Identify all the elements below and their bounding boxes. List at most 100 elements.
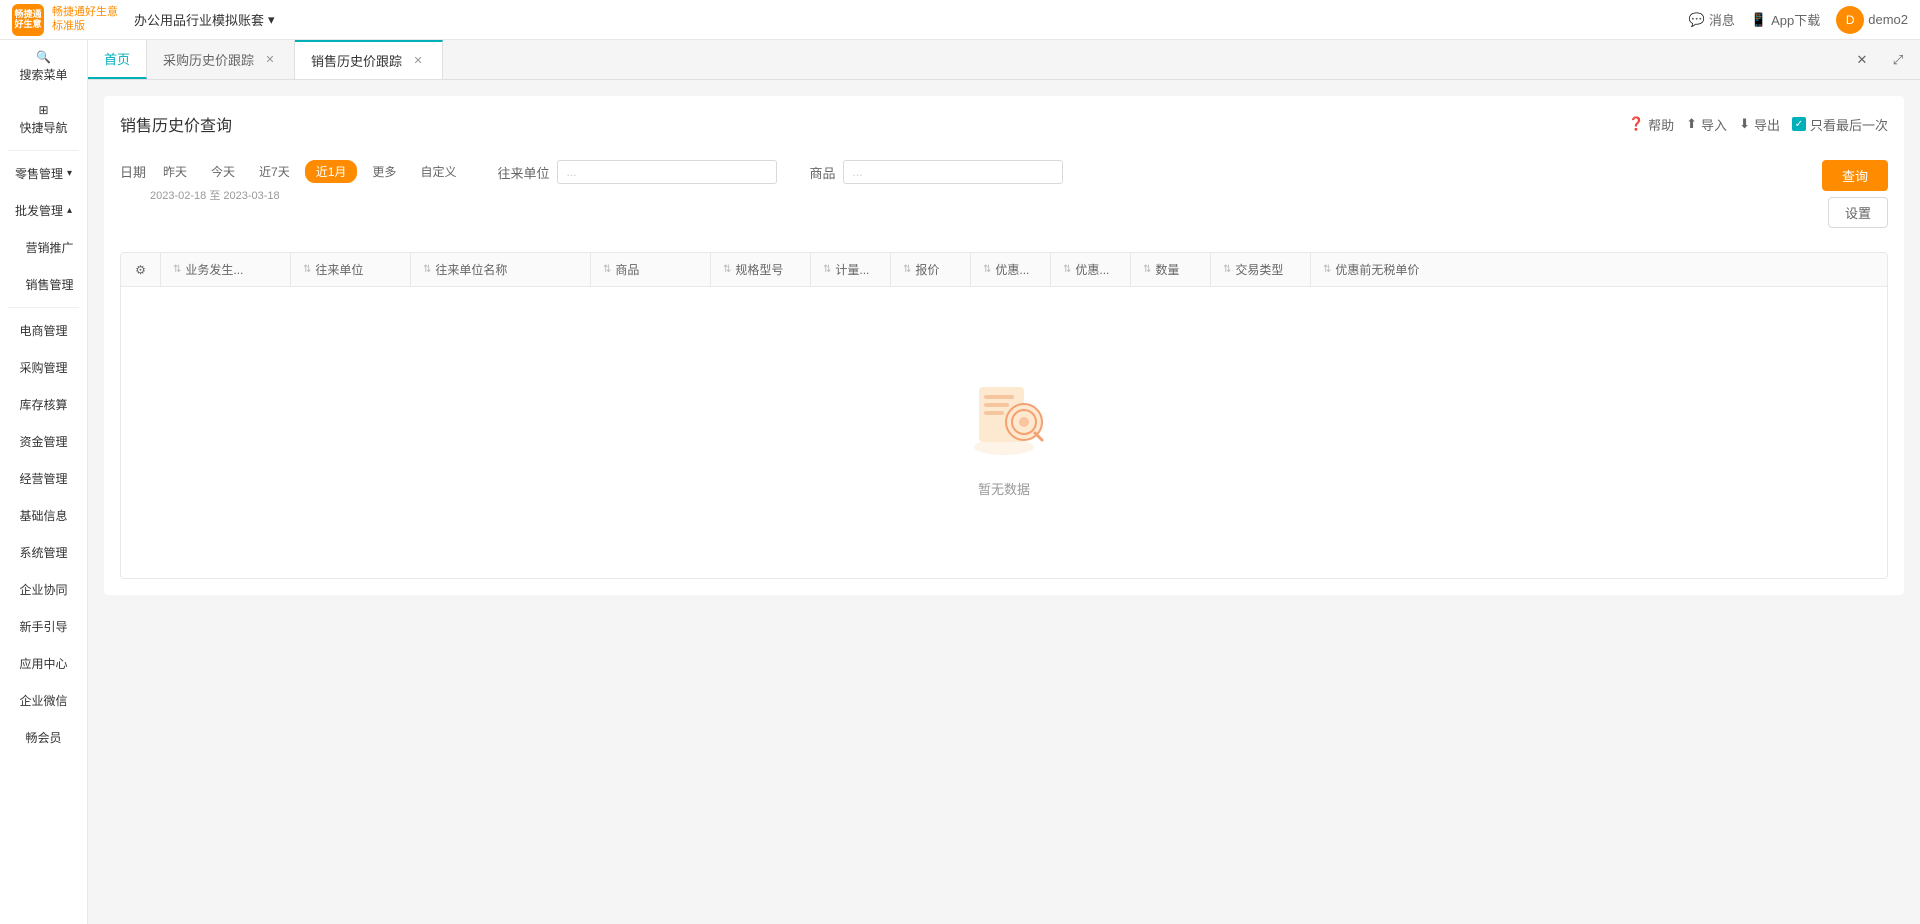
tab-sales-history[interactable]: 销售历史价跟踪 ✕ [295, 40, 443, 79]
date-filters: 昨天 今天 近7天 近1月 更多 自定义 [154, 160, 465, 183]
import-icon: ⬆ [1686, 116, 1697, 132]
search-icon: 🔍 [36, 50, 51, 64]
tab-close-all-button[interactable]: ✕ [1848, 46, 1876, 74]
page-title-actions: ❓ 帮助 ⬆ 导入 ⬇ 导出 ✓ 只看最后一次 [1628, 115, 1888, 134]
settings-icon: ⚙ [135, 263, 146, 277]
topbar: 畅捷通好生意 畅捷通好生意 标准版 办公用品行业模拟账套 ▾ 💬 消息 📱 Ap… [0, 0, 1920, 40]
th-spec[interactable]: ⇅ 规格型号 [711, 253, 811, 286]
settings-button[interactable]: 设置 [1828, 197, 1888, 228]
sort-icon-8: ⇅ [983, 264, 991, 275]
download-icon: 📱 [1751, 12, 1767, 28]
th-business-date[interactable]: ⇅ 业务发生... [161, 253, 291, 286]
th-settings[interactable]: ⚙ [121, 253, 161, 286]
sort-icon-11: ⇅ [1223, 264, 1231, 275]
sort-icon-2: ⇅ [303, 264, 311, 275]
date-filter-label: 日期 [120, 162, 146, 181]
chevron-up-icon: ▴ [67, 205, 72, 216]
import-button[interactable]: ⬆ 导入 [1686, 115, 1727, 134]
sidebar-item-ops-mgmt[interactable]: 经营管理 [0, 460, 87, 497]
date-btn-today[interactable]: 今天 [202, 160, 244, 183]
sort-icon-10: ⇅ [1143, 264, 1151, 275]
sidebar-item-enterprise-wechat[interactable]: 企业微信 [0, 682, 87, 719]
th-quoted-price[interactable]: ⇅ 报价 [891, 253, 971, 286]
th-quantity[interactable]: ⇅ 数量 [1131, 253, 1211, 286]
date-btn-more[interactable]: 更多 [363, 160, 405, 183]
th-partner-code[interactable]: ⇅ 往来单位 [291, 253, 411, 286]
page-card: 销售历史价查询 ❓ 帮助 ⬆ 导入 ⬇ 导出 [104, 96, 1904, 595]
page-content: 销售历史价查询 ❓ 帮助 ⬆ 导入 ⬇ 导出 [88, 80, 1920, 924]
page-title-row: 销售历史价查询 ❓ 帮助 ⬆ 导入 ⬇ 导出 [120, 112, 1888, 136]
sidebar-item-inventory[interactable]: 库存核算 [0, 386, 87, 423]
empty-text: 暂无数据 [978, 479, 1030, 498]
sort-icon-3: ⇅ [423, 264, 431, 275]
tab-purchase-history[interactable]: 采购历史价跟踪 ✕ [147, 40, 295, 79]
sidebar-item-marketing[interactable]: 营销推广 [0, 229, 87, 266]
partner-filter-label: 往来单位 [497, 163, 549, 182]
avatar: D [1836, 6, 1864, 34]
goods-filter-input[interactable]: ... [843, 160, 1063, 184]
date-btn-custom[interactable]: 自定义 [411, 160, 465, 183]
sidebar-item-purchase-mgmt[interactable]: 采购管理 [0, 349, 87, 386]
th-pre-tax-price[interactable]: ⇅ 优惠前无税单价 [1311, 253, 1887, 286]
sort-icon-7: ⇅ [903, 264, 911, 275]
sidebar-item-sales-mgmt[interactable]: 销售管理 [0, 266, 87, 303]
sidebar-item-member[interactable]: 畅会员 [0, 719, 87, 756]
user-menu[interactable]: D demo2 [1836, 6, 1908, 34]
query-button[interactable]: 查询 [1822, 160, 1888, 191]
table-container: ⚙ ⇅ 业务发生... ⇅ 往来单位 ⇅ 往来单位名称 [120, 252, 1888, 579]
tab-home[interactable]: 首页 [88, 40, 147, 79]
help-icon: ❓ [1628, 116, 1644, 132]
sidebar-item-app-center[interactable]: 应用中心 [0, 645, 87, 682]
goods-filter-group: 商品 ... [809, 160, 1063, 184]
filter-section: 日期 昨天 今天 近7天 近1月 更多 自定义 [120, 152, 1888, 236]
th-trade-type[interactable]: ⇅ 交易类型 [1211, 253, 1311, 286]
page-title: 销售历史价查询 [120, 112, 232, 136]
th-unit[interactable]: ⇅ 计量... [811, 253, 891, 286]
sidebar-item-retail-mgmt[interactable]: 零售管理 ▾ [0, 155, 87, 192]
date-btn-7days[interactable]: 近7天 [250, 160, 299, 183]
topbar-left: 畅捷通好生意 畅捷通好生意 标准版 办公用品行业模拟账套 ▾ [12, 4, 283, 36]
message-icon: 💬 [1689, 12, 1705, 28]
tab-actions: ✕ ⤢ [1840, 40, 1920, 79]
partner-filter-input[interactable]: ... [557, 160, 777, 184]
sidebar-item-search-menu[interactable]: 🔍 搜索菜单 [0, 40, 87, 93]
sidebar-item-ecom-mgmt[interactable]: 电商管理 [0, 312, 87, 349]
message-button[interactable]: 💬 消息 [1689, 10, 1735, 29]
date-btn-1month[interactable]: 近1月 [305, 160, 358, 183]
content-area: 首页 采购历史价跟踪 ✕ 销售历史价跟踪 ✕ ✕ ⤢ 销售历史价查询 [88, 40, 1920, 924]
date-range-display: 2023-02-18 至 2023-03-18 [150, 190, 280, 202]
tab-close-purchase-history[interactable]: ✕ [262, 52, 278, 68]
tab-close-sales-history[interactable]: ✕ [410, 53, 426, 69]
main-layout: 🔍 搜索菜单 ⊞ 快捷导航 零售管理 ▾ 批发管理 ▴ 营销推广 销售管理 电商… [0, 40, 1920, 924]
export-button[interactable]: ⬇ 导出 [1739, 115, 1780, 134]
goods-filter-label: 商品 [809, 163, 835, 182]
grid-icon: ⊞ [38, 103, 48, 117]
sidebar-item-quick-nav[interactable]: ⊞ 快捷导航 [0, 93, 87, 146]
sidebar-item-enterprise-collab[interactable]: 企业协同 [0, 571, 87, 608]
th-discount1[interactable]: ⇅ 优惠... [971, 253, 1051, 286]
th-partner-name[interactable]: ⇅ 往来单位名称 [411, 253, 591, 286]
sidebar-divider [8, 150, 79, 151]
th-goods[interactable]: ⇅ 商品 [591, 253, 711, 286]
th-discount2[interactable]: ⇅ 优惠... [1051, 253, 1131, 286]
chevron-down-icon: ▾ [268, 12, 275, 28]
view-last-checkbox[interactable]: ✓ [1792, 117, 1806, 131]
logo-icon: 畅捷通好生意 [12, 4, 44, 36]
table-header: ⚙ ⇅ 业务发生... ⇅ 往来单位 ⇅ 往来单位名称 [121, 253, 1887, 287]
app-download-button[interactable]: 📱 App下载 [1751, 10, 1820, 29]
tab-expand-button[interactable]: ⤢ [1884, 46, 1912, 74]
filter-actions: 查询 设置 [1822, 160, 1888, 228]
sidebar-item-wholesale-mgmt[interactable]: 批发管理 ▴ [0, 192, 87, 229]
view-last-checkbox-group[interactable]: ✓ 只看最后一次 [1792, 115, 1888, 134]
help-button[interactable]: ❓ 帮助 [1628, 115, 1674, 134]
sidebar-item-system-mgmt[interactable]: 系统管理 [0, 534, 87, 571]
sort-icon-12: ⇅ [1323, 264, 1331, 275]
sidebar-item-new-guide[interactable]: 新手引导 [0, 608, 87, 645]
date-btn-yesterday[interactable]: 昨天 [154, 160, 196, 183]
sidebar-item-basic-info[interactable]: 基础信息 [0, 497, 87, 534]
sidebar: 🔍 搜索菜单 ⊞ 快捷导航 零售管理 ▾ 批发管理 ▴ 营销推广 销售管理 电商… [0, 40, 88, 924]
filter-row: 日期 昨天 今天 近7天 近1月 更多 自定义 [120, 152, 1888, 236]
app-selector[interactable]: 办公用品行业模拟账套 ▾ [126, 6, 283, 33]
sidebar-item-finance-mgmt[interactable]: 资金管理 [0, 423, 87, 460]
sidebar-divider-2 [8, 307, 79, 308]
